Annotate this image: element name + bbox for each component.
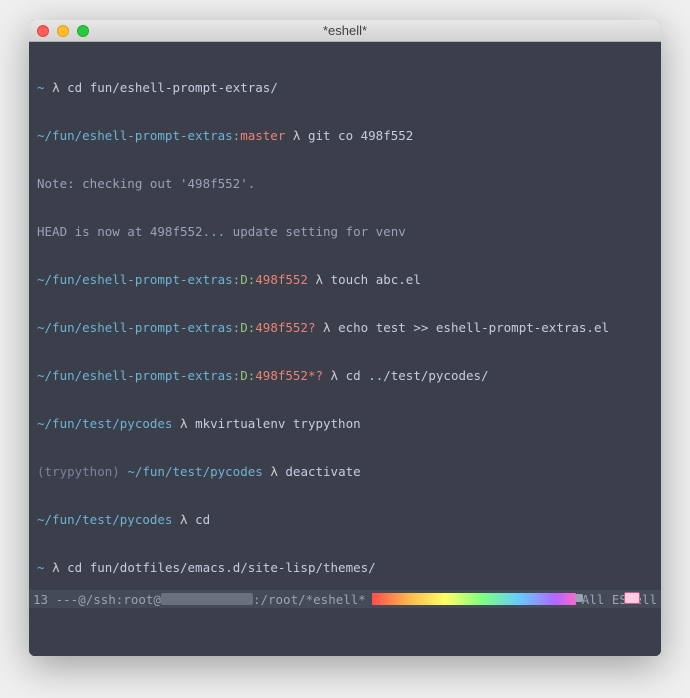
- app-window: *eshell* ~ λ cd fun/eshell-prompt-extras…: [29, 20, 661, 656]
- modeline-line-number: 13: [33, 592, 48, 607]
- modeline-mid: :/root/*eshell*: [253, 592, 366, 607]
- terminal-line: HEAD is now at 498f552... update setting…: [37, 224, 653, 240]
- terminal-buffer[interactable]: ~ λ cd fun/eshell-prompt-extras/ ~/fun/e…: [29, 42, 661, 590]
- window-title: *eshell*: [29, 23, 661, 38]
- terminal-line: ~/fun/eshell-prompt-extras:D:498f552 λ t…: [37, 272, 653, 288]
- modeline-left: ---@/ssh:root@: [56, 592, 161, 607]
- nyan-cat-icon: [564, 591, 580, 605]
- terminal-line: ~/fun/eshell-prompt-extras:master λ git …: [37, 128, 653, 144]
- terminal-line: ~/fun/eshell-prompt-extras:D:498f552*? λ…: [37, 368, 653, 384]
- terminal-line: (trypython) ~/fun/test/pycodes λ deactiv…: [37, 464, 653, 480]
- terminal-line: ~ λ cd fun/dotfiles/emacs.d/site-lisp/th…: [37, 560, 653, 576]
- modeline: 13 ---@/ssh:root@ :/root/*eshell* All ESh…: [29, 590, 661, 608]
- nyan-rainbow-icon: [372, 593, 576, 605]
- terminal-line: Note: checking out '498f552'.: [37, 176, 653, 192]
- terminal-line: ~/fun/test/pycodes λ mkvirtualenv trypyt…: [37, 416, 653, 432]
- terminal-line: ~ λ cd fun/eshell-prompt-extras/: [37, 80, 653, 96]
- titlebar[interactable]: *eshell*: [29, 20, 661, 42]
- terminal-line: ~/fun/test/pycodes λ cd: [37, 512, 653, 528]
- modeline-right: All EShell: [578, 592, 657, 607]
- terminal-line: ~/fun/eshell-prompt-extras:D:498f552? λ …: [37, 320, 653, 336]
- redacted-host: [161, 593, 253, 605]
